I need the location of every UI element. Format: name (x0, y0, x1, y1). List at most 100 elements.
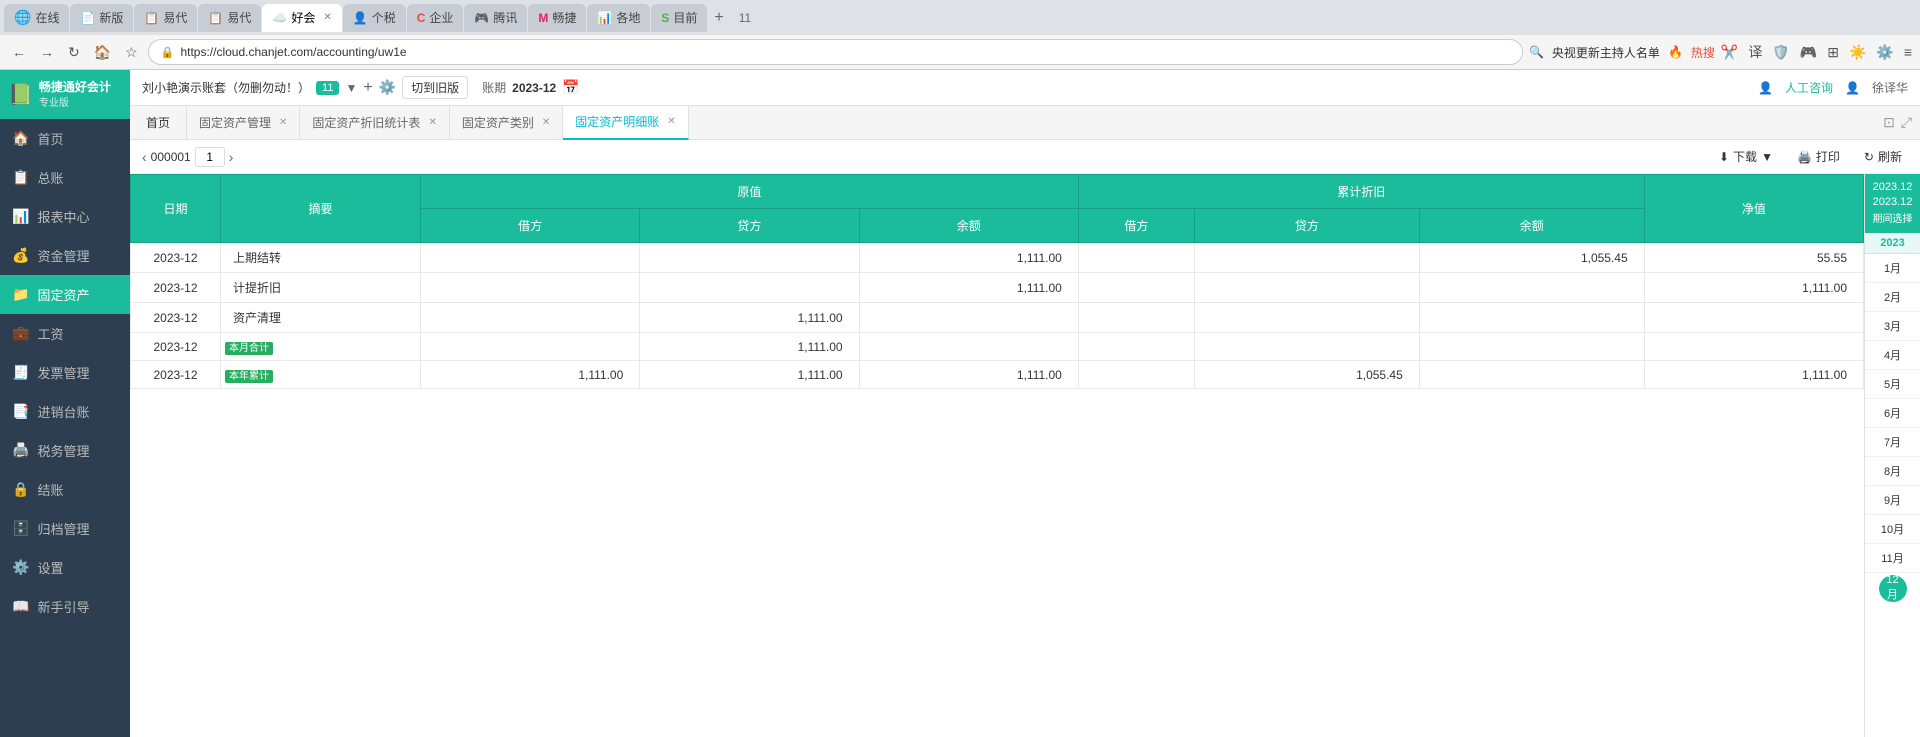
sidebar-item-ledger[interactable]: 📋 总账 (0, 158, 130, 197)
period-month-3[interactable]: 3月 (1865, 312, 1920, 341)
tab-geshui[interactable]: 👤 个税 (343, 4, 406, 32)
sidebar-item-purchase-sales[interactable]: 📑 进销台账 (0, 392, 130, 431)
page-number-input[interactable] (195, 147, 225, 167)
cell-orig-credit (640, 243, 859, 273)
tab-gedi[interactable]: 📊 各地 (587, 4, 650, 32)
support-label[interactable]: 人工咨询 (1785, 79, 1833, 96)
cell-summary: 本月合计 (221, 333, 421, 361)
tab-dep-stat-close[interactable]: ✕ (428, 117, 436, 128)
page-prefix: 000001 (151, 150, 191, 164)
cell-accum-balance (1419, 303, 1644, 333)
prev-page-button[interactable]: ‹ (142, 149, 147, 165)
tab-new[interactable]: 📄 新版 (70, 4, 133, 32)
settings-icon[interactable]: ⚙️ (1876, 44, 1893, 61)
sidebar-item-settings[interactable]: ⚙️ 设置 (0, 548, 130, 587)
reload-button[interactable]: ↻ (64, 42, 84, 63)
tab-fixed-mgmt-close[interactable]: ✕ (279, 117, 287, 128)
tab-muqian-label: 目前 (673, 9, 697, 26)
dropdown-icon[interactable]: ▼ (345, 81, 357, 95)
tab-home-page[interactable]: 首页 (130, 106, 187, 140)
home-button[interactable]: 🏠 (90, 42, 115, 63)
tab-enterprise[interactable]: C 企业 (407, 4, 464, 32)
tab-asset-category[interactable]: 固定资产类别 ✕ (450, 106, 563, 140)
period-month-10[interactable]: 10月 (1865, 515, 1920, 544)
sidebar-item-archive[interactable]: 🗄️ 归档管理 (0, 509, 130, 548)
settings-account-btn[interactable]: ⚙️ (379, 79, 396, 96)
grid-icon[interactable]: ⊞ (1827, 44, 1839, 61)
translate-icon[interactable]: 译 (1748, 42, 1762, 62)
tab-asset-detail-ledger[interactable]: 固定资产明细账 ✕ (563, 106, 688, 140)
sidebar-item-funds[interactable]: 💰 资金管理 (0, 236, 130, 275)
period-month-9[interactable]: 9月 (1865, 486, 1920, 515)
period-year: 2023 (1865, 233, 1920, 254)
bookmark-button[interactable]: ☆ (121, 42, 142, 63)
expand-button[interactable]: ⤢ (1901, 114, 1912, 131)
sidebar-item-reports[interactable]: 📊 报表中心 (0, 197, 130, 236)
refresh-button[interactable]: ↻ 刷新 (1858, 146, 1908, 167)
tab-category-close[interactable]: ✕ (542, 117, 550, 128)
download-button[interactable]: ⬇ 下载 ▼ (1713, 146, 1779, 167)
tab-depreciation-stat[interactable]: 固定资产折旧统计表 ✕ (300, 106, 449, 140)
back-button[interactable]: ← (8, 42, 30, 62)
period-header: 2023.12 2023.12 期间选择 (1865, 174, 1920, 233)
period-month-7[interactable]: 7月 (1865, 428, 1920, 457)
table-period-container: 日期 摘要 原值 累计折旧 净值 借方 贷方 余额 借方 贷方 余额 (130, 174, 1920, 737)
haohui-icon: ☁️ (272, 11, 287, 25)
search-text: 央视更新主持人名单 (1552, 44, 1660, 61)
forward-button[interactable]: → (36, 42, 58, 62)
sidebar-item-payroll[interactable]: 💼 工资 (0, 314, 130, 353)
sidebar: 📗 畅捷通好会计 专业版 🏠 首页 📋 总账 📊 报表中心 💰 资金管理 (0, 70, 130, 737)
sidebar-item-closing[interactable]: 🔒 结账 (0, 470, 130, 509)
tab-detail-close[interactable]: ✕ (667, 116, 675, 127)
col-orig-credit: 贷方 (640, 209, 859, 243)
tab-haohui[interactable]: ☁️ 好会 ✕ (262, 4, 341, 32)
tab-yidai2[interactable]: 📋 易代 (198, 4, 261, 32)
sidebar-reports-label: 报表中心 (37, 207, 89, 226)
period-month-1[interactable]: 1月 (1865, 254, 1920, 283)
sidebar-item-guide[interactable]: 📖 新手引导 (0, 587, 130, 626)
add-account-btn[interactable]: + (363, 79, 372, 97)
changjie-icon: M (538, 11, 548, 25)
extension-icon[interactable]: 🛡️ (1772, 44, 1789, 61)
tab-haohui-close[interactable]: ✕ (323, 12, 331, 23)
switch-version-button[interactable]: 切到旧版 (402, 76, 468, 99)
sidebar-item-home[interactable]: 🏠 首页 (0, 119, 130, 158)
tab-muqian[interactable]: S 目前 (651, 4, 707, 32)
gamepad-icon[interactable]: 🎮 (1800, 44, 1817, 61)
main-content: 刘小艳演示账套（勿删勿动！） 11 ▼ + ⚙️ 切到旧版 账期 2023-12… (130, 70, 1920, 737)
tab-changjie[interactable]: M 畅捷 (528, 4, 586, 32)
url-bar[interactable]: 🔒 https://cloud.chanjet.com/accounting/u… (148, 39, 1523, 65)
tab-online[interactable]: 🌐 在线 (4, 4, 69, 32)
period-month-6[interactable]: 6月 (1865, 399, 1920, 428)
cell-accum-balance (1419, 273, 1644, 303)
archive-icon: 🗄️ (12, 520, 29, 537)
browser-tools: ✂️ 译 🛡️ 🎮 ⊞ ☀️ ⚙️ ≡ (1721, 42, 1912, 62)
sidebar-item-invoice[interactable]: 🧾 发票管理 (0, 353, 130, 392)
tab-category-label: 固定资产类别 (462, 114, 534, 131)
scissors-icon[interactable]: ✂️ (1721, 44, 1738, 61)
period-month-4[interactable]: 4月 (1865, 341, 1920, 370)
sidebar-item-fixed-assets[interactable]: 📁 固定资产 (0, 275, 130, 314)
sidebar-invoice-label: 发票管理 (37, 363, 89, 382)
tab-gedi-label: 各地 (616, 9, 640, 26)
sidebar-item-tax[interactable]: 🖨️ 税务管理 (0, 431, 130, 470)
period-month-8[interactable]: 8月 (1865, 457, 1920, 486)
print-button[interactable]: 🖨️ 打印 (1791, 146, 1846, 167)
new-tab-button[interactable]: + (708, 7, 729, 29)
tab-yidai1[interactable]: 📋 易代 (134, 4, 197, 32)
tab-fixed-assets-mgmt[interactable]: 固定资产管理 ✕ (187, 106, 300, 140)
cell-orig-credit: 1,111.00 (640, 303, 859, 333)
period-month-5[interactable]: 5月 (1865, 370, 1920, 399)
payroll-icon: 💼 (12, 325, 29, 342)
menu-icon[interactable]: ≡ (1904, 44, 1912, 60)
calendar-icon[interactable]: 📅 (562, 79, 579, 96)
minimize-button[interactable]: ⊡ (1883, 114, 1895, 131)
sidebar-payroll-label: 工资 (37, 324, 63, 343)
tab-tencent[interactable]: 🎮 腾讯 (464, 4, 527, 32)
period-panel: 2023.12 2023.12 期间选择 2023 1月 2月 3月 4月 5月… (1864, 174, 1920, 737)
period-month-2[interactable]: 2月 (1865, 283, 1920, 312)
next-page-button[interactable]: › (229, 149, 234, 165)
period-month-12[interactable]: 12月 (1879, 575, 1907, 603)
brightness-icon[interactable]: ☀️ (1849, 44, 1866, 61)
period-month-11[interactable]: 11月 (1865, 544, 1920, 573)
